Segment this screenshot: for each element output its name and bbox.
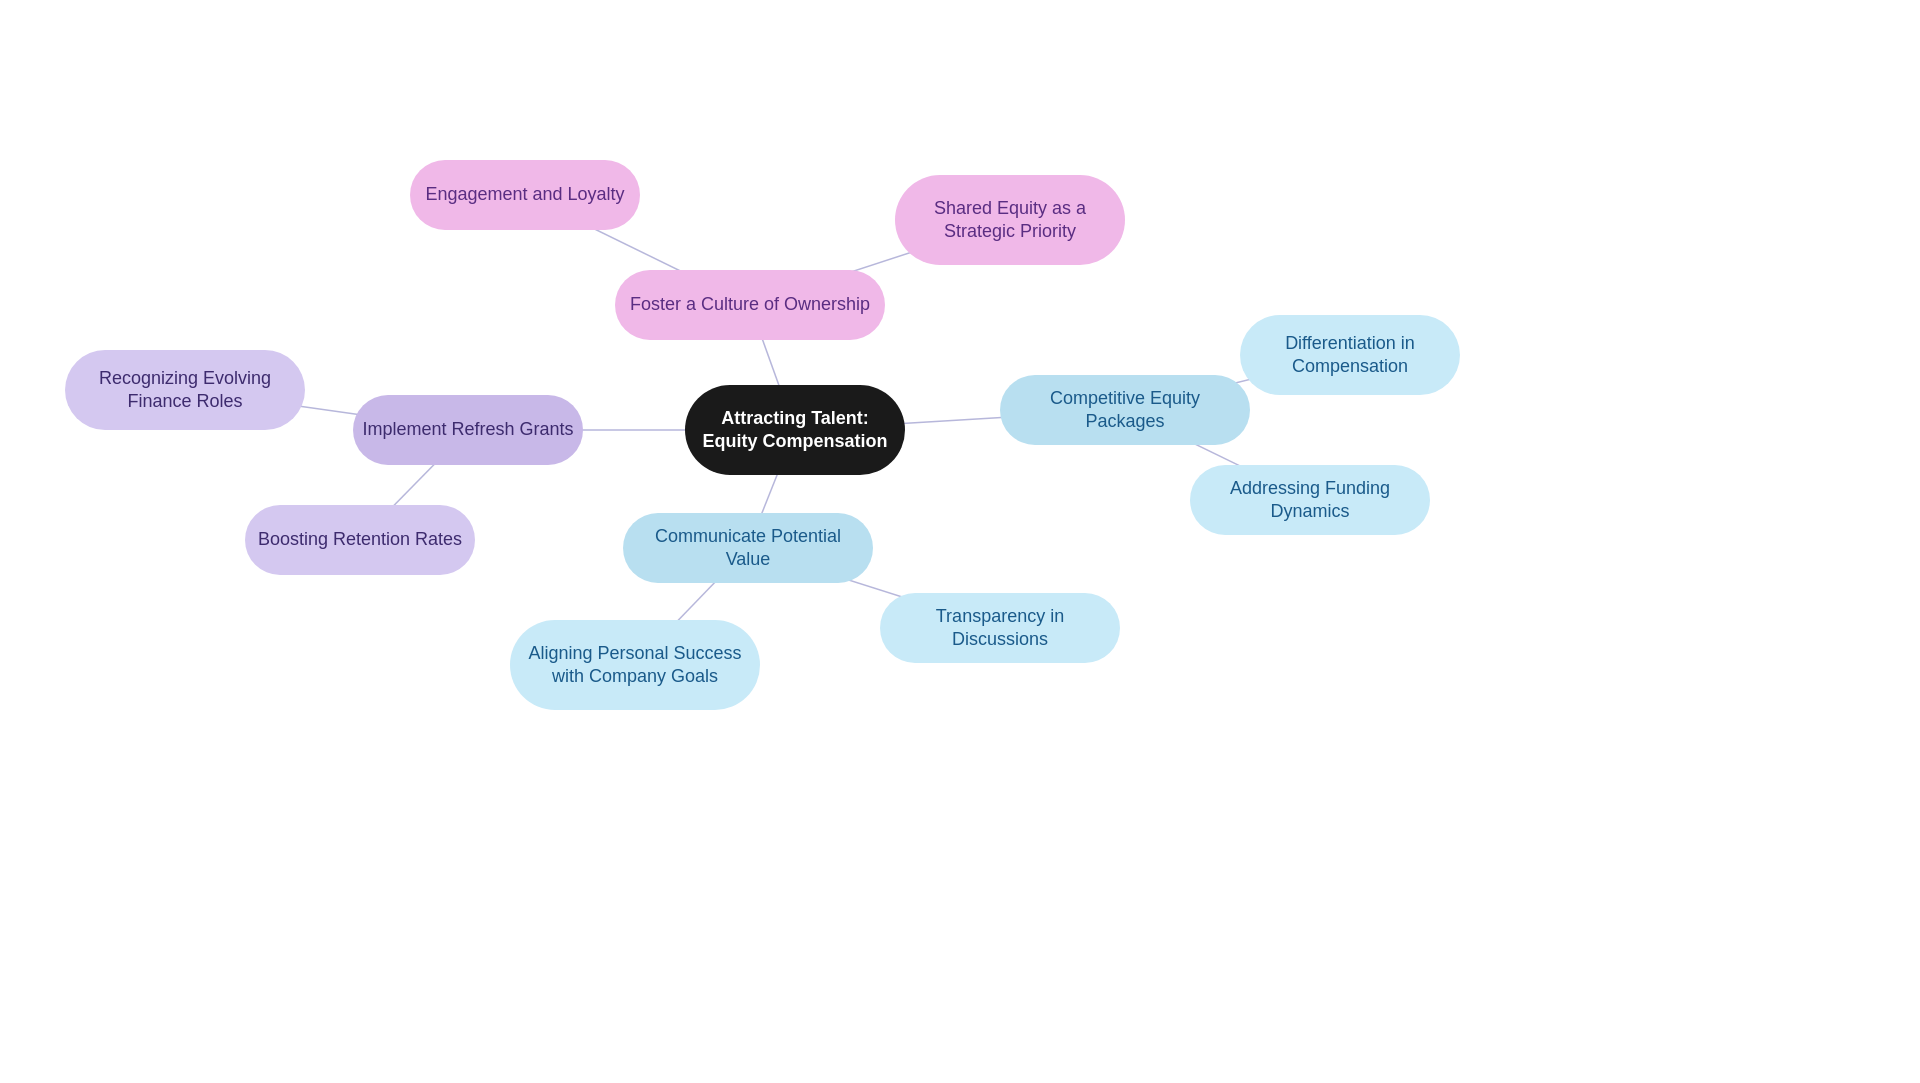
node-competitive-equity[interactable]: Competitive Equity Packages xyxy=(1000,375,1250,445)
node-transparency[interactable]: Transparency in Discussions xyxy=(880,593,1120,663)
node-boosting-retention-label: Boosting Retention Rates xyxy=(250,528,470,551)
node-foster-culture-label: Foster a Culture of Ownership xyxy=(622,293,878,316)
node-shared-equity[interactable]: Shared Equity as a Strategic Priority xyxy=(895,175,1125,265)
node-recognizing-finance-label: Recognizing Evolving Finance Roles xyxy=(65,367,305,414)
node-communicate-value[interactable]: Communicate Potential Value xyxy=(623,513,873,583)
node-addressing-funding-label: Addressing Funding Dynamics xyxy=(1190,477,1430,524)
node-foster-culture[interactable]: Foster a Culture of Ownership xyxy=(615,270,885,340)
mind-map: Attracting Talent: Equity Compensation En… xyxy=(0,0,1920,1083)
node-differentiation[interactable]: Differentiation in Compensation xyxy=(1240,315,1460,395)
node-aligning-personal[interactable]: Aligning Personal Success with Company G… xyxy=(510,620,760,710)
node-engagement-loyalty-label: Engagement and Loyalty xyxy=(417,183,632,206)
node-aligning-personal-label: Aligning Personal Success with Company G… xyxy=(510,642,760,689)
node-differentiation-label: Differentiation in Compensation xyxy=(1240,332,1460,379)
node-shared-equity-label: Shared Equity as a Strategic Priority xyxy=(895,197,1125,244)
center-node[interactable]: Attracting Talent: Equity Compensation xyxy=(685,385,905,475)
node-implement-refresh[interactable]: Implement Refresh Grants xyxy=(353,395,583,465)
center-node-label: Attracting Talent: Equity Compensation xyxy=(685,407,905,454)
node-recognizing-finance[interactable]: Recognizing Evolving Finance Roles xyxy=(65,350,305,430)
node-engagement-loyalty[interactable]: Engagement and Loyalty xyxy=(410,160,640,230)
node-boosting-retention[interactable]: Boosting Retention Rates xyxy=(245,505,475,575)
node-communicate-value-label: Communicate Potential Value xyxy=(623,525,873,572)
node-transparency-label: Transparency in Discussions xyxy=(880,605,1120,652)
node-competitive-equity-label: Competitive Equity Packages xyxy=(1000,387,1250,434)
node-addressing-funding[interactable]: Addressing Funding Dynamics xyxy=(1190,465,1430,535)
node-implement-refresh-label: Implement Refresh Grants xyxy=(354,418,581,441)
